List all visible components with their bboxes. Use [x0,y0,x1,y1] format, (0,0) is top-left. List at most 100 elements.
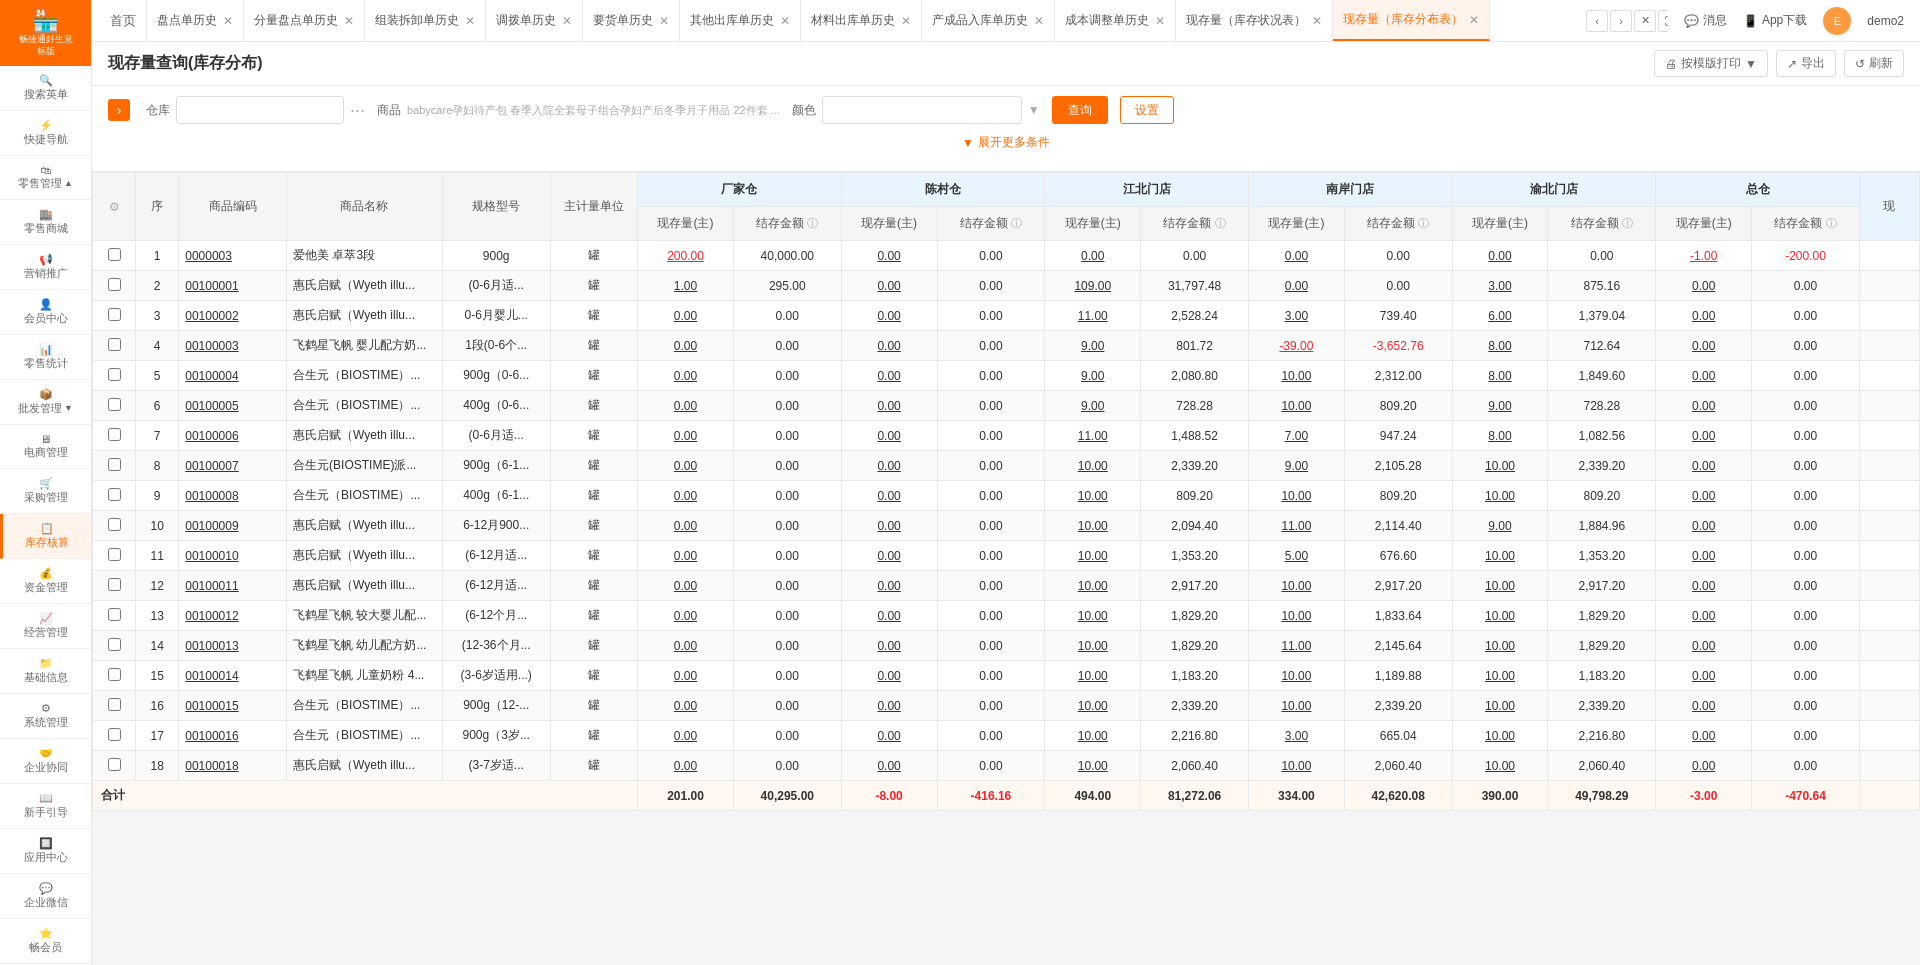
row-checkbox[interactable] [93,301,136,331]
sidebar-item-retail[interactable]: 🛍 零售管理 ▲ [0,156,91,200]
search-button[interactable]: 查询 [1052,96,1108,124]
goods-code-link[interactable]: 00100011 [185,579,238,593]
sidebar-item-ecommerce[interactable]: 🖥 电商管理 [0,425,91,469]
tab-close-icon[interactable]: ✕ [223,14,233,28]
goods-code-link[interactable]: 00100005 [185,399,238,413]
tab-cunliangkuang[interactable]: 现存量（库存状况表） ✕ [1176,0,1333,41]
tab-close-icon[interactable]: ✕ [1469,13,1479,27]
sidebar-item-quicknav[interactable]: ⚡ 快捷导航 [0,111,91,156]
expand-filter-btn[interactable]: ▼ 展开更多条件 [954,130,1058,155]
table-wrap[interactable]: ⚙ 序 商品编码 商品名称 规格型号 主计量单位 厂家仓 陈村仓 江北门店 南岸… [92,172,1920,811]
tab-chanchengpin[interactable]: 产成品入库单历史 ✕ [922,0,1055,41]
row-checkbox[interactable] [93,331,136,361]
goods-code-link[interactable]: 0000003 [185,249,232,263]
sidebar-item-apps[interactable]: 🔲 应用中心 [0,829,91,874]
sidebar-item-business[interactable]: 📈 经营管理 [0,604,91,649]
row-checkbox[interactable] [93,601,136,631]
tab-close-icon[interactable]: ✕ [659,14,669,28]
row-checkbox[interactable] [93,751,136,781]
warehouse-dots[interactable]: ··· [350,101,365,119]
print-btn[interactable]: 🖨 按模版打印 ▼ [1654,50,1768,77]
tab-zuzhezaixie[interactable]: 组装拆卸单历史 ✕ [365,0,486,41]
tab-close-icon[interactable]: ✕ [901,14,911,28]
tab-cailiaochu[interactable]: 材料出库单历史 ✕ [801,0,922,41]
tab-close-all-btn[interactable]: ✕ [1634,10,1656,32]
tab-qitachuku[interactable]: 其他出库单历史 ✕ [680,0,801,41]
tab-close-icon[interactable]: ✕ [780,14,790,28]
goods-code-link[interactable]: 00100010 [185,549,238,563]
sidebar-item-marketing[interactable]: 📢 营销推广 [0,245,91,290]
tab-next-btn[interactable]: › [1610,10,1632,32]
goods-code-link[interactable]: 00100016 [185,729,238,743]
sidebar-item-wechat[interactable]: 💬 企业微信 [0,874,91,919]
tab-home[interactable]: 首页 [100,0,147,41]
goods-code-link[interactable]: 00100001 [185,279,238,293]
row-checkbox[interactable] [93,241,136,271]
sidebar-item-purchase[interactable]: 🛒 采购管理 [0,469,91,514]
row-checkbox[interactable] [93,451,136,481]
sidebar-item-wholesale[interactable]: 📦 批发管理 ▼ [0,380,91,425]
sidebar-item-finance[interactable]: 💰 资金管理 [0,559,91,604]
warehouse-input[interactable] [176,96,344,124]
tab-cunliangfenbu[interactable]: 现存量（库存分布表） ✕ [1333,0,1490,41]
goods-code-link[interactable]: 00100014 [185,669,238,683]
sidebar-item-vip[interactable]: ⭐ 畅会员 [0,919,91,964]
color-input[interactable] [822,96,1022,124]
tab-fenpandian[interactable]: 分量盘点单历史 ✕ [244,0,365,41]
goods-code-link[interactable]: 00100003 [185,339,238,353]
app-download-btn[interactable]: 📱 App下载 [1743,12,1807,29]
tab-yaohuo[interactable]: 要货单历史 ✕ [583,0,680,41]
goods-code-link[interactable]: 00100007 [185,459,238,473]
goods-code-link[interactable]: 00100018 [185,759,238,773]
tab-pandian[interactable]: 盘点单历史 ✕ [147,0,244,41]
tab-diaobo[interactable]: 调拨单历史 ✕ [486,0,583,41]
tab-close-icon[interactable]: ✕ [562,14,572,28]
sidebar-item-search[interactable]: 🔍 搜索英单 [0,66,91,111]
avatar[interactable]: E [1823,7,1851,35]
row-checkbox[interactable] [93,421,136,451]
export-btn[interactable]: ↗ 导出 [1776,50,1836,77]
row-checkbox[interactable] [93,391,136,421]
collapse-filter-btn[interactable]: › [108,99,130,121]
goods-code-link[interactable]: 00100012 [185,609,238,623]
goods-code-link[interactable]: 00100015 [185,699,238,713]
tab-close-icon[interactable]: ✕ [1155,14,1165,28]
sidebar-item-shop[interactable]: 🏬 零售商城 [0,200,91,245]
settings-button[interactable]: 设置 [1120,96,1174,124]
row-checkbox[interactable] [93,721,136,751]
tab-close-icon[interactable]: ✕ [1312,14,1322,28]
sidebar-item-retailstats[interactable]: 📊 零售统计 [0,335,91,380]
refresh-btn[interactable]: ↺ 刷新 [1844,50,1904,77]
row-checkbox[interactable] [93,361,136,391]
goods-code-link[interactable]: 00100002 [185,309,238,323]
row-checkbox[interactable] [93,481,136,511]
gear-icon[interactable]: ⚙ [109,200,120,214]
row-checkbox[interactable] [93,571,136,601]
col-settings-header[interactable]: ⚙ [93,173,136,241]
tab-prev-btn[interactable]: ‹ [1586,10,1608,32]
color-dropdown-icon[interactable]: ▼ [1028,103,1040,117]
tab-close-icon[interactable]: ✕ [465,14,475,28]
row-checkbox[interactable] [93,661,136,691]
sidebar-item-basic[interactable]: 📁 基础信息 [0,649,91,694]
sidebar-item-member[interactable]: 👤 会员中心 [0,290,91,335]
sidebar-item-collab[interactable]: 🤝 企业协同 [0,739,91,784]
sidebar-item-guide[interactable]: 📖 新手引导 [0,784,91,829]
tab-close-icon[interactable]: ✕ [344,14,354,28]
row-checkbox[interactable] [93,541,136,571]
tab-close-icon[interactable]: ✕ [1034,14,1044,28]
row-checkbox[interactable] [93,271,136,301]
row-checkbox[interactable] [93,691,136,721]
goods-code-link[interactable]: 00100013 [185,639,238,653]
row-checkbox[interactable] [93,631,136,661]
sidebar-logo[interactable]: 🏪 畅捷通好生意 标版 [0,0,91,66]
sidebar-item-inventory[interactable]: 📋 库存核算 [0,514,91,559]
goods-code-link[interactable]: 00100004 [185,369,238,383]
sidebar-item-system[interactable]: ⚙ 系统管理 [0,694,91,739]
message-btn[interactable]: 💬 消息 [1684,12,1727,29]
row-checkbox[interactable] [93,511,136,541]
tab-chenben[interactable]: 成本调整单历史 ✕ [1055,0,1176,41]
goods-code-link[interactable]: 00100008 [185,489,238,503]
goods-code-link[interactable]: 00100009 [185,519,238,533]
username-label[interactable]: demo2 [1867,14,1904,28]
